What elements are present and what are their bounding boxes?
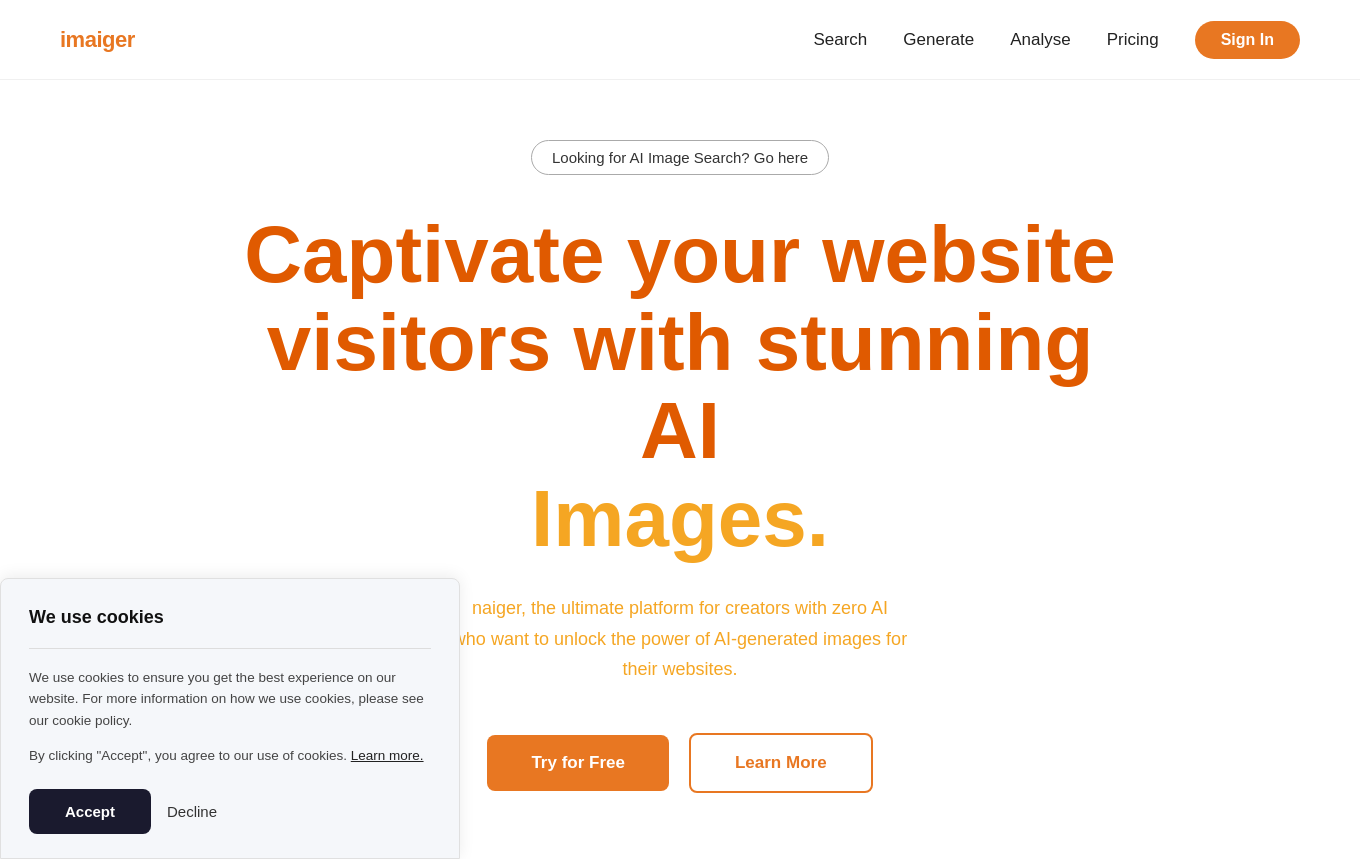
nav-analyse[interactable]: Analyse: [1010, 30, 1070, 50]
try-for-free-button[interactable]: Try for Free: [487, 735, 669, 791]
cookie-accept-button[interactable]: Accept: [29, 789, 151, 834]
nav-search[interactable]: Search: [813, 30, 867, 50]
cookie-accept-note: By clicking "Accept", you agree to our u…: [29, 745, 431, 767]
cookie-title: We use cookies: [29, 607, 431, 628]
hero-subtitle-prefix: naiger, the ultimate platform for creato…: [472, 598, 888, 618]
main-nav: Search Generate Analyse Pricing Sign In: [813, 21, 1300, 59]
hero-title-line2: visitors with stunning AI: [267, 298, 1094, 475]
sign-in-button[interactable]: Sign In: [1195, 21, 1300, 59]
hero-subtitle-middle: who want to unlock the power of AI-gener…: [453, 629, 907, 649]
cookie-divider: [29, 648, 431, 649]
hero-title: Captivate your website visitors with stu…: [230, 211, 1130, 563]
hero-subtitle-end: their websites.: [622, 659, 737, 679]
cookie-learn-more-link[interactable]: Learn more.: [351, 748, 424, 763]
cookie-body-text: We use cookies to ensure you get the bes…: [29, 667, 431, 732]
nav-pricing[interactable]: Pricing: [1107, 30, 1159, 50]
nav-generate[interactable]: Generate: [903, 30, 974, 50]
ai-search-badge[interactable]: Looking for AI Image Search? Go here: [531, 140, 829, 175]
logo: imaiger: [60, 27, 135, 53]
learn-more-button[interactable]: Learn More: [689, 733, 873, 793]
hero-buttons: Try for Free Learn More: [487, 733, 872, 793]
hero-title-line3: Images.: [531, 474, 829, 563]
header: imaiger Search Generate Analyse Pricing …: [0, 0, 1360, 80]
cookie-banner: We use cookies We use cookies to ensure …: [0, 578, 460, 859]
cookie-decline-button[interactable]: Decline: [167, 803, 217, 820]
hero-subtitle: naiger, the ultimate platform for creato…: [453, 593, 907, 685]
hero-title-line1: Captivate your website: [244, 210, 1115, 299]
cookie-button-group: Accept Decline: [29, 789, 431, 834]
